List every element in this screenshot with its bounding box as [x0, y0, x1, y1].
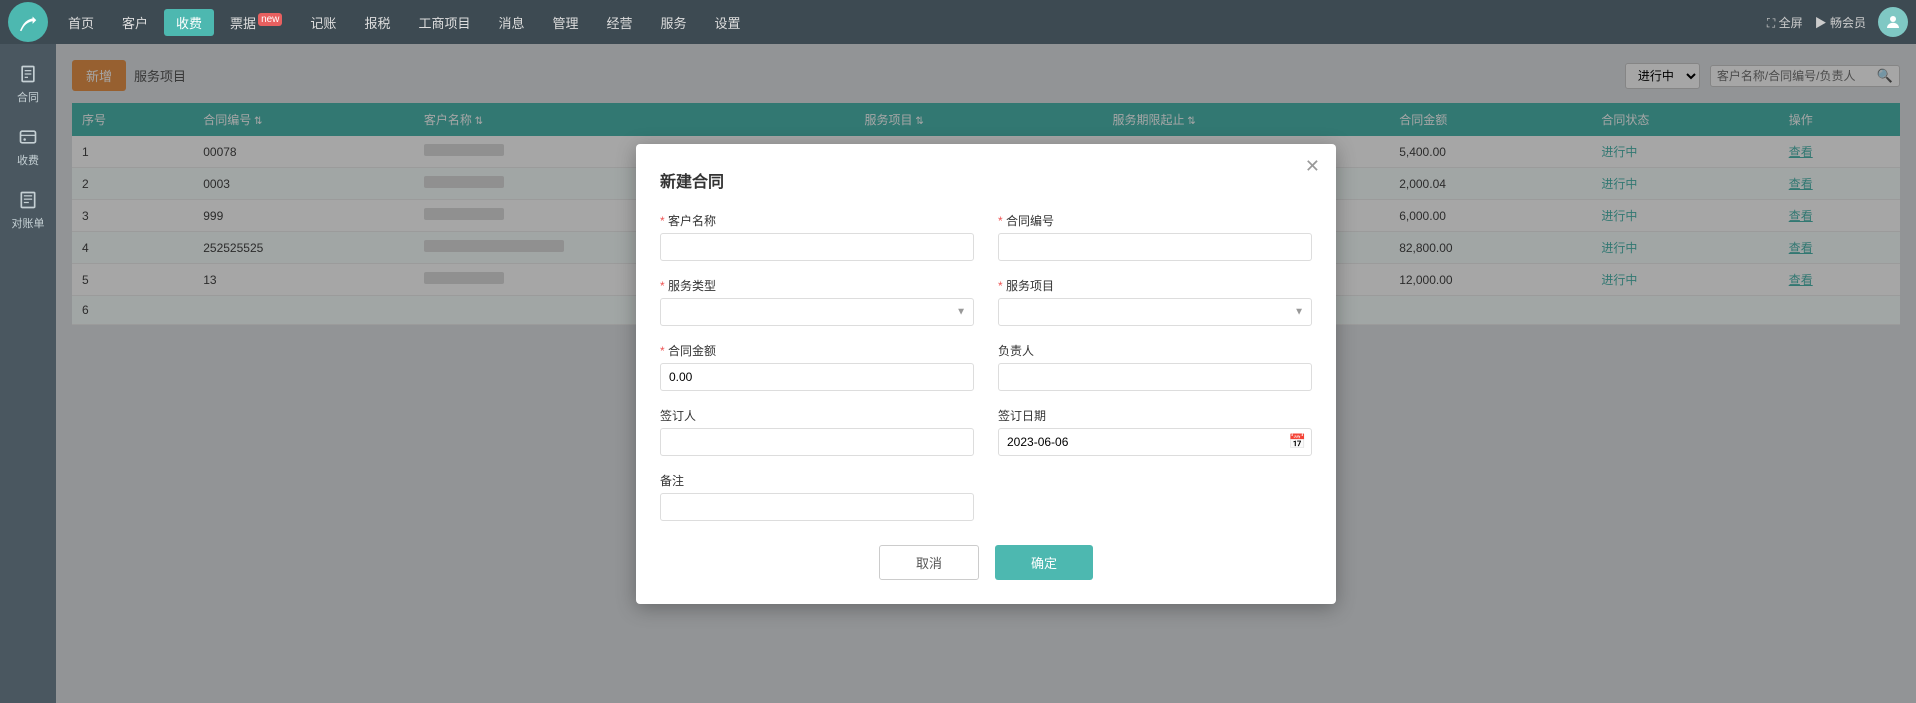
remarks-label: 备注	[660, 472, 974, 489]
modal-actions: 取消 确定	[660, 545, 1312, 580]
field-sign-date: 签订日期 📅	[998, 407, 1312, 456]
member-button[interactable]: ▶ 畅会员	[1815, 14, 1866, 31]
main-layout: 合同 收费 对账单 新增 服务项目 进行中 已完成 全部	[0, 44, 1916, 703]
field-service-type: 服务类型 ▼	[660, 277, 974, 326]
nav-settings[interactable]: 设置	[703, 9, 753, 36]
nav-home[interactable]: 首页	[56, 9, 106, 36]
cancel-button[interactable]: 取消	[879, 545, 979, 580]
confirm-button[interactable]: 确定	[995, 545, 1093, 580]
modal-overlay: ✕ 新建合同 客户名称 合同编号 服务类型	[56, 44, 1916, 703]
content-area: 新增 服务项目 进行中 已完成 全部 🔍 序号 合同编号 客	[56, 44, 1916, 703]
nav-bookkeep[interactable]: 记账	[298, 9, 348, 36]
service-type-select[interactable]	[660, 298, 974, 326]
field-contract-no: 合同编号	[998, 212, 1312, 261]
sidebar-item-fee[interactable]: 收费	[0, 115, 56, 178]
calendar-icon[interactable]: 📅	[1289, 433, 1306, 450]
new-badge: new	[258, 13, 282, 26]
nav-service[interactable]: 服务	[649, 9, 699, 36]
sidebar-item-contract[interactable]: 合同	[0, 52, 56, 115]
client-name-input[interactable]	[660, 233, 974, 261]
sidebar-contract-label: 合同	[17, 89, 39, 105]
nav-biz2[interactable]: 经营	[595, 9, 645, 36]
form-row-4: 签订人 签订日期 📅	[660, 407, 1312, 456]
form-row-3: 合同金额 负责人	[660, 342, 1312, 391]
nav-items: 首页 客户 收费 票据new 记账 报税 工商项目 消息 管理 经营 服务 设置	[56, 9, 1767, 36]
signer-input[interactable]	[660, 428, 974, 456]
service-type-wrap: ▼	[660, 298, 974, 326]
field-responsible: 负责人	[998, 342, 1312, 391]
fullscreen-button[interactable]: ⛶ 全屏	[1767, 14, 1803, 31]
sidebar-fee-label: 收费	[17, 152, 39, 168]
avatar[interactable]	[1878, 7, 1908, 37]
contract-no-label: 合同编号	[998, 212, 1312, 229]
contract-no-input[interactable]	[998, 233, 1312, 261]
modal-title: 新建合同	[660, 168, 1312, 192]
new-contract-modal: ✕ 新建合同 客户名称 合同编号 服务类型	[636, 144, 1336, 604]
nav-msg[interactable]: 消息	[486, 9, 536, 36]
responsible-input[interactable]	[998, 363, 1312, 391]
sign-date-label: 签订日期	[998, 407, 1312, 424]
statement-icon	[16, 188, 40, 212]
form-row-5: 备注	[660, 472, 1312, 521]
nav-tax[interactable]: 报税	[352, 9, 402, 36]
service-type-label: 服务类型	[660, 277, 974, 294]
form-row-1: 客户名称 合同编号	[660, 212, 1312, 261]
nav-admin[interactable]: 管理	[540, 9, 590, 36]
field-remarks: 备注	[660, 472, 974, 521]
field-signer: 签订人	[660, 407, 974, 456]
contract-amount-input[interactable]	[660, 363, 974, 391]
service-item-wrap: ▼	[998, 298, 1312, 326]
nav-biz[interactable]: 工商项目	[406, 9, 482, 36]
right-actions: ⛶ 全屏 ▶ 畅会员	[1767, 7, 1908, 37]
modal-close-button[interactable]: ✕	[1305, 156, 1320, 177]
sidebar-statement-label: 对账单	[12, 215, 45, 231]
sidebar: 合同 收费 对账单	[0, 44, 56, 703]
contract-icon	[16, 62, 40, 86]
sign-date-input[interactable]	[998, 428, 1312, 456]
contract-amount-label: 合同金额	[660, 342, 974, 359]
top-nav: 首页 客户 收费 票据new 记账 报税 工商项目 消息 管理 经营 服务 设置…	[0, 0, 1916, 44]
nav-invoice[interactable]: 票据new	[218, 9, 294, 36]
field-contract-amount: 合同金额	[660, 342, 974, 391]
nav-client[interactable]: 客户	[110, 9, 160, 36]
form-row-2: 服务类型 ▼ 服务项目 ▼	[660, 277, 1312, 326]
signer-label: 签订人	[660, 407, 974, 424]
app-logo	[8, 2, 48, 42]
nav-fee[interactable]: 收费	[164, 9, 214, 36]
service-item-label: 服务项目	[998, 277, 1312, 294]
sidebar-item-statement[interactable]: 对账单	[0, 178, 56, 241]
client-name-label: 客户名称	[660, 212, 974, 229]
service-item-select[interactable]	[998, 298, 1312, 326]
sign-date-wrap: 📅	[998, 428, 1312, 456]
field-client-name: 客户名称	[660, 212, 974, 261]
remarks-input[interactable]	[660, 493, 974, 521]
field-service-item: 服务项目 ▼	[998, 277, 1312, 326]
fee-icon	[16, 125, 40, 149]
responsible-label: 负责人	[998, 342, 1312, 359]
